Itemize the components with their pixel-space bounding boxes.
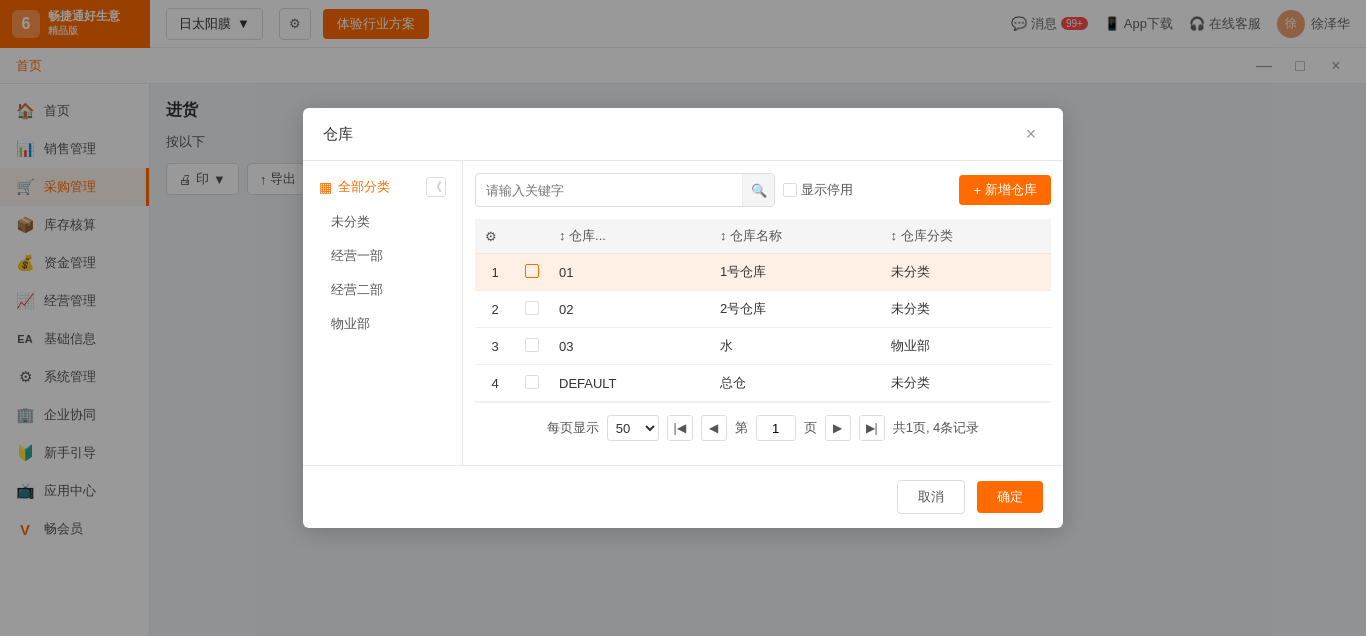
- row-checkbox[interactable]: [515, 291, 549, 328]
- grid-icon: ▦: [319, 179, 332, 195]
- first-page-btn[interactable]: |◀: [667, 415, 693, 441]
- cancel-btn[interactable]: 取消: [897, 480, 965, 514]
- row-code: DEFAULT: [549, 365, 710, 402]
- th-name: ↕ 仓库名称: [710, 219, 880, 254]
- row-name: 1号仓库: [710, 254, 880, 291]
- th-category: ↕ 仓库分类: [881, 219, 1052, 254]
- dialog-footer: 取消 确定: [303, 465, 1063, 528]
- last-page-btn[interactable]: ▶|: [859, 415, 885, 441]
- row-code: 02: [549, 291, 710, 328]
- category-panel: ▦ 全部分类 《 未分类 经营一部 经营二部 物业部: [303, 161, 463, 465]
- collapse-btn[interactable]: 《: [426, 177, 446, 197]
- row-name: 总仓: [710, 365, 880, 402]
- row-name: 2号仓库: [710, 291, 880, 328]
- add-icon: +: [973, 183, 981, 198]
- row-category: 未分类: [881, 254, 1052, 291]
- table-row[interactable]: 2 02 2号仓库 未分类: [475, 291, 1051, 328]
- row-num: 3: [475, 328, 515, 365]
- pagination: 每页显示 50 20 100 |◀ ◀ 第 页 ▶ ▶| 共1页, 4条记录: [475, 402, 1051, 453]
- warehouse-table: ⚙ ↕ 仓库... ↕ 仓库名称 ↕ 仓库分类: [475, 219, 1051, 402]
- row-name: 水: [710, 328, 880, 365]
- th-check: [515, 219, 549, 254]
- dialog-title: 仓库: [323, 125, 353, 144]
- category-item-unclassified[interactable]: 未分类: [303, 205, 462, 239]
- warehouse-dialog: 仓库 × ▦ 全部分类 《 未分类 经营一部 经营二部 物业部: [303, 108, 1063, 528]
- prev-page-btn[interactable]: ◀: [701, 415, 727, 441]
- row-category: 未分类: [881, 291, 1052, 328]
- row-checkbox[interactable]: [515, 328, 549, 365]
- page-label: 第: [735, 419, 748, 437]
- th-gear: ⚙: [475, 219, 515, 254]
- table-row[interactable]: 3 03 水 物业部: [475, 328, 1051, 365]
- row-checkbox[interactable]: [515, 365, 549, 402]
- row-num: 1: [475, 254, 515, 291]
- page-unit: 页: [804, 419, 817, 437]
- search-input[interactable]: [476, 177, 742, 204]
- row-code: 03: [549, 328, 710, 365]
- show-disabled-label[interactable]: 显示停用: [783, 181, 853, 199]
- category-all-label: 全部分类: [338, 178, 390, 196]
- category-item-ops1[interactable]: 经营一部: [303, 239, 462, 273]
- table-toolbar: 🔍 显示停用 + 新增仓库: [475, 173, 1051, 207]
- table-row[interactable]: 1 01 1号仓库 未分类: [475, 254, 1051, 291]
- page-number-input[interactable]: [756, 415, 796, 441]
- th-code: ↕ 仓库...: [549, 219, 710, 254]
- per-page-select[interactable]: 50 20 100: [607, 415, 659, 441]
- table-row[interactable]: 4 DEFAULT 总仓 未分类: [475, 365, 1051, 402]
- row-num: 2: [475, 291, 515, 328]
- table-container: ⚙ ↕ 仓库... ↕ 仓库名称 ↕ 仓库分类: [475, 219, 1051, 402]
- dialog-body: ▦ 全部分类 《 未分类 经营一部 经营二部 物业部 🔍: [303, 161, 1063, 465]
- dialog-close-btn[interactable]: ×: [1019, 122, 1043, 146]
- category-all[interactable]: ▦ 全部分类 《: [303, 169, 462, 205]
- row-num: 4: [475, 365, 515, 402]
- row-checkbox[interactable]: [515, 254, 549, 291]
- confirm-btn[interactable]: 确定: [977, 481, 1043, 513]
- add-btn-label: 新增仓库: [985, 181, 1037, 199]
- dialog-overlay: 仓库 × ▦ 全部分类 《 未分类 经营一部 经营二部 物业部: [0, 0, 1366, 636]
- category-item-ops2[interactable]: 经营二部: [303, 273, 462, 307]
- search-box: 🔍: [475, 173, 775, 207]
- row-category: 物业部: [881, 328, 1052, 365]
- search-button[interactable]: 🔍: [742, 174, 774, 206]
- per-page-label: 每页显示: [547, 419, 599, 437]
- add-warehouse-btn[interactable]: + 新增仓库: [959, 175, 1051, 205]
- next-page-btn[interactable]: ▶: [825, 415, 851, 441]
- show-disabled-text: 显示停用: [801, 181, 853, 199]
- dialog-header: 仓库 ×: [303, 108, 1063, 161]
- table-panel: 🔍 显示停用 + 新增仓库: [463, 161, 1063, 465]
- category-item-property[interactable]: 物业部: [303, 307, 462, 341]
- row-code: 01: [549, 254, 710, 291]
- row-category: 未分类: [881, 365, 1052, 402]
- show-disabled-checkbox[interactable]: [783, 183, 797, 197]
- total-info: 共1页, 4条记录: [893, 419, 980, 437]
